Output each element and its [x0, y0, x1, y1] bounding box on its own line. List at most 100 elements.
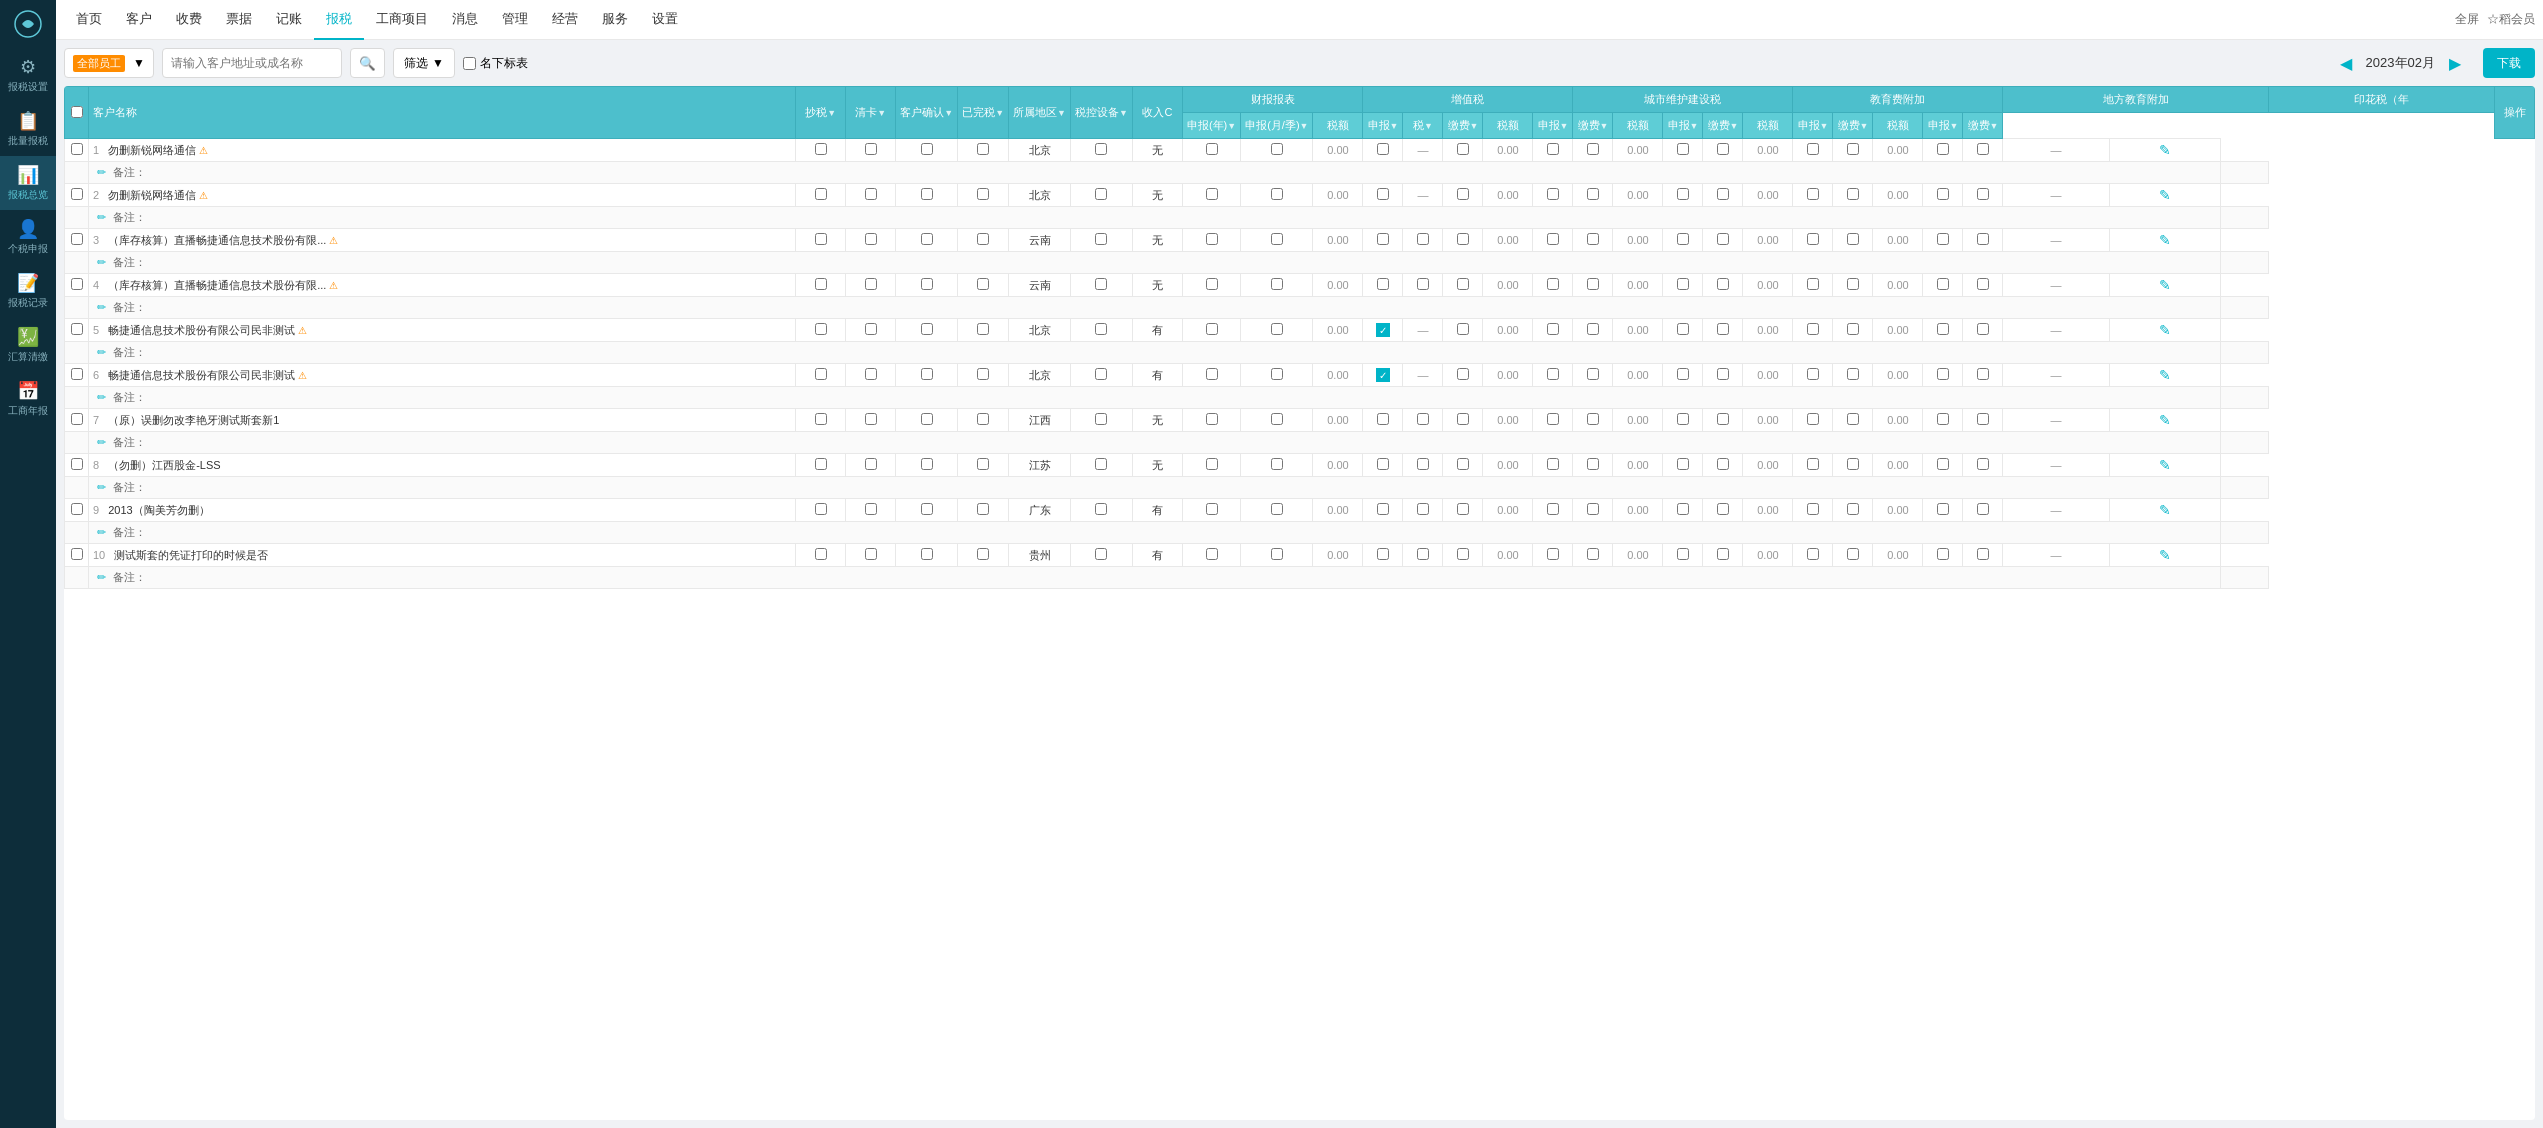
checkbox[interactable] [1377, 278, 1389, 290]
city-fee-checkbox[interactable] [1587, 413, 1599, 425]
fin-month-checkbox[interactable] [1271, 188, 1283, 200]
edu-fee-checkbox[interactable] [1717, 188, 1729, 200]
tax-copy-checkbox[interactable] [815, 458, 827, 470]
vat-fee-checkbox[interactable] [1457, 188, 1469, 200]
fin-year-checkbox[interactable] [1206, 323, 1218, 335]
edit-icon[interactable]: ✎ [2159, 412, 2171, 428]
vat-fee-checkbox[interactable] [1457, 413, 1469, 425]
edu-fee-checkbox[interactable] [1717, 278, 1729, 290]
edu-declare-checkbox[interactable] [1677, 368, 1689, 380]
edu-fee-checkbox[interactable] [1717, 503, 1729, 515]
local-declare-checkbox[interactable] [1807, 458, 1819, 470]
stamp-declare-checkbox[interactable] [1937, 188, 1949, 200]
fin-month-checkbox[interactable] [1271, 278, 1283, 290]
clear-card-checkbox[interactable] [865, 503, 877, 515]
filter-button[interactable]: 筛选 ▼ [393, 48, 455, 78]
confirmed-checkbox[interactable] [921, 233, 933, 245]
tax-copy-checkbox[interactable] [815, 278, 827, 290]
fin-year-checkbox[interactable] [1206, 143, 1218, 155]
local-declare-checkbox[interactable] [1807, 143, 1819, 155]
local-fee-checkbox[interactable] [1847, 368, 1859, 380]
stamp-declare-checkbox[interactable] [1937, 278, 1949, 290]
edu-declare-checkbox[interactable] [1677, 278, 1689, 290]
vat-tax-checkbox[interactable] [1417, 233, 1429, 245]
tax-device-checkbox[interactable] [1095, 278, 1107, 290]
next-date-btn[interactable]: ▶ [2443, 52, 2467, 75]
declared-checkbox[interactable] [977, 548, 989, 560]
local-declare-checkbox[interactable] [1807, 368, 1819, 380]
stamp-fee-checkbox[interactable] [1977, 458, 1989, 470]
city-fee-checkbox[interactable] [1587, 143, 1599, 155]
edit-icon[interactable]: ✎ [2159, 232, 2171, 248]
stamp-declare-checkbox[interactable] [1937, 233, 1949, 245]
confirmed-checkbox[interactable] [921, 458, 933, 470]
declared-checkbox[interactable] [977, 233, 989, 245]
local-fee-checkbox[interactable] [1847, 503, 1859, 515]
fin-year-checkbox[interactable] [1206, 233, 1218, 245]
edu-declare-checkbox[interactable] [1677, 458, 1689, 470]
nav-finance[interactable]: 经营 [540, 0, 590, 40]
city-declare-checkbox[interactable] [1547, 278, 1559, 290]
fin-month-checkbox[interactable] [1271, 323, 1283, 335]
city-declare-checkbox[interactable] [1547, 323, 1559, 335]
stamp-fee-checkbox[interactable] [1977, 548, 1989, 560]
nav-tax[interactable]: 报税 [314, 0, 364, 40]
employee-filter-dropdown[interactable]: 全部员工 ▼ [64, 48, 154, 78]
tax-device-checkbox[interactable] [1095, 548, 1107, 560]
edit-icon[interactable]: ✎ [2159, 277, 2171, 293]
edu-declare-checkbox[interactable] [1677, 503, 1689, 515]
row-checkbox[interactable] [71, 548, 83, 560]
local-declare-checkbox[interactable] [1807, 413, 1819, 425]
edit-icon[interactable]: ✎ [2159, 322, 2171, 338]
vat-fee-checkbox[interactable] [1457, 503, 1469, 515]
edu-fee-checkbox[interactable] [1717, 368, 1729, 380]
fin-month-checkbox[interactable] [1271, 413, 1283, 425]
tax-copy-checkbox[interactable] [815, 233, 827, 245]
local-fee-checkbox[interactable] [1847, 143, 1859, 155]
local-declare-checkbox[interactable] [1807, 188, 1819, 200]
edit-icon[interactable]: ✎ [2159, 457, 2171, 473]
edu-declare-checkbox[interactable] [1677, 323, 1689, 335]
fin-year-checkbox[interactable] [1206, 413, 1218, 425]
fin-month-checkbox[interactable] [1271, 458, 1283, 470]
stamp-fee-checkbox[interactable] [1977, 323, 1989, 335]
declared-checkbox[interactable] [977, 503, 989, 515]
city-fee-checkbox[interactable] [1587, 503, 1599, 515]
sidebar-item-tax-view[interactable]: 📊 报税总览 [0, 156, 56, 210]
edu-declare-checkbox[interactable] [1677, 233, 1689, 245]
fullscreen-btn[interactable]: 全屏 [2455, 11, 2479, 28]
vat-fee-checkbox[interactable] [1457, 368, 1469, 380]
nav-settings[interactable]: 设置 [640, 0, 690, 40]
confirmed-checkbox[interactable] [921, 368, 933, 380]
clear-card-checkbox[interactable] [865, 458, 877, 470]
vat-fee-checkbox[interactable] [1457, 233, 1469, 245]
tax-copy-checkbox[interactable] [815, 368, 827, 380]
declared-checkbox[interactable] [977, 143, 989, 155]
nav-service[interactable]: 服务 [590, 0, 640, 40]
vat-fee-checkbox[interactable] [1457, 323, 1469, 335]
edit-icon[interactable]: ✎ [2159, 367, 2171, 383]
fin-month-checkbox[interactable] [1271, 233, 1283, 245]
fin-month-checkbox[interactable] [1271, 503, 1283, 515]
tax-copy-checkbox[interactable] [815, 188, 827, 200]
checkbox[interactable] [1377, 188, 1389, 200]
checkbox[interactable] [1377, 233, 1389, 245]
declared-checkbox[interactable] [977, 413, 989, 425]
row-checkbox[interactable] [71, 368, 83, 380]
city-declare-checkbox[interactable] [1547, 143, 1559, 155]
nav-invoice[interactable]: 票据 [214, 0, 264, 40]
row-checkbox[interactable] [71, 323, 83, 335]
nav-home[interactable]: 首页 [64, 0, 114, 40]
confirmed-checkbox[interactable] [921, 503, 933, 515]
declared-checkbox[interactable] [977, 368, 989, 380]
stamp-fee-checkbox[interactable] [1977, 233, 1989, 245]
member-btn[interactable]: ☆稻会员 [2487, 11, 2535, 28]
row-checkbox[interactable] [71, 413, 83, 425]
checkbox-label[interactable]: 名下标表 [463, 55, 528, 72]
vat-tax-checkbox[interactable] [1417, 413, 1429, 425]
fin-year-checkbox[interactable] [1206, 278, 1218, 290]
confirmed-checkbox[interactable] [921, 188, 933, 200]
stamp-fee-checkbox[interactable] [1977, 278, 1989, 290]
stamp-fee-checkbox[interactable] [1977, 503, 1989, 515]
vat-tax-checkbox[interactable] [1417, 458, 1429, 470]
